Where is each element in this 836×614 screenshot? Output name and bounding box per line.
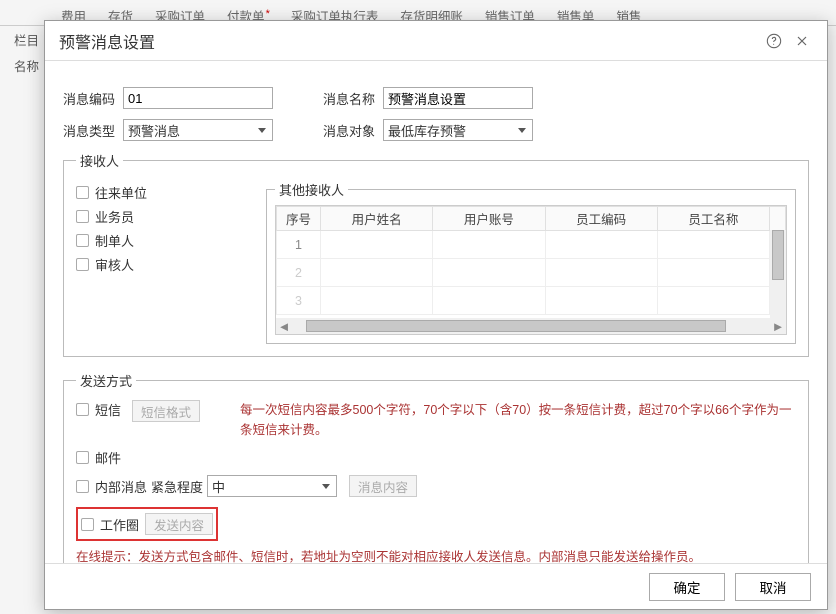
checkbox-label: 邮件 (95, 448, 121, 467)
online-tip-line1: 在线提示：发送方式包含邮件、短信时，若地址为空则不能对相应接收人发送信息。内部消… (76, 547, 796, 563)
th-empname: 员工名称 (657, 207, 769, 231)
th-empcode: 员工编码 (545, 207, 657, 231)
checkbox-maker[interactable]: 制单人 (76, 228, 266, 252)
th-username: 用户姓名 (321, 207, 433, 231)
checkbox-email[interactable]: 邮件 (76, 448, 121, 467)
cell-seq: 1 (277, 231, 321, 259)
select-urgency[interactable]: 中 (207, 475, 337, 497)
label-msg-name: 消息名称 (323, 89, 383, 108)
info-row-1: 消息编码 消息名称 (63, 87, 809, 109)
sms-format-button[interactable]: 短信格式 (132, 400, 200, 422)
checkbox-internal-msg[interactable]: 内部消息 (76, 477, 147, 496)
checkbox-sms[interactable]: 短信 (76, 400, 126, 419)
label-msg-target: 消息对象 (323, 121, 383, 140)
select-msg-target[interactable]: 最低库存预警 (383, 119, 533, 141)
fieldset-recipients: 接收人 往来单位 业务员 制单人 审核人 其他接收人 (63, 151, 809, 357)
checkbox-label: 内部消息 (95, 477, 147, 496)
info-row-2: 消息类型 预警消息 消息对象 最低库存预警 (63, 119, 809, 141)
scroll-thumb[interactable] (306, 320, 726, 332)
checkbox-label: 制单人 (95, 231, 134, 250)
bg-label-name: 名称 (0, 56, 45, 75)
ok-button[interactable]: 确定 (649, 573, 725, 601)
help-icon[interactable] (763, 30, 785, 52)
scroll-track[interactable] (292, 318, 770, 334)
label-msg-code: 消息编码 (63, 89, 123, 108)
input-msg-name[interactable] (383, 87, 533, 109)
checkbox-label: 短信 (95, 400, 121, 419)
checkbox-icon (76, 451, 89, 464)
label-msg-type: 消息类型 (63, 121, 123, 140)
table-row[interactable]: 3 (277, 287, 786, 315)
horizontal-scrollbar[interactable]: ◄ ► (276, 318, 786, 334)
cell-seq: 3 (277, 287, 321, 315)
recipient-table: 序号 用户姓名 用户账号 员工编码 员工名称 1 2 (276, 206, 786, 315)
input-msg-code[interactable] (123, 87, 273, 109)
legend-other-recipients: 其他接收人 (275, 180, 348, 199)
checkbox-icon (76, 210, 89, 223)
dialog-footer: 确定 取消 (45, 563, 827, 609)
fieldset-other-recipients: 其他接收人 序号 用户姓名 用户账号 员工编码 员工名称 (266, 180, 796, 344)
recipient-table-wrap: 序号 用户姓名 用户账号 员工编码 员工名称 1 2 (275, 205, 787, 335)
checkbox-label: 业务员 (95, 207, 134, 226)
th-seq: 序号 (277, 207, 321, 231)
scroll-thumb[interactable] (772, 230, 784, 280)
workring-send-content-button[interactable]: 发送内容 (145, 513, 213, 535)
checkbox-icon (76, 234, 89, 247)
recipient-checks: 往来单位 业务员 制单人 审核人 (76, 180, 266, 344)
online-tip: 在线提示：发送方式包含邮件、短信时，若地址为空则不能对相应接收人发送信息。内部消… (76, 547, 796, 563)
checkbox-icon (76, 403, 89, 416)
select-msg-target-value: 最低库存预警 (388, 121, 466, 140)
dialog-titlebar: 预警消息设置 (45, 21, 827, 61)
row-internal: 内部消息 紧急程度 中 消息内容 (76, 475, 796, 497)
checkbox-icon (76, 186, 89, 199)
select-msg-type-value: 预警消息 (128, 121, 180, 140)
legend-send-method: 发送方式 (76, 371, 136, 390)
checkbox-icon (76, 480, 89, 493)
checkbox-icon (81, 518, 94, 531)
scroll-right-icon[interactable]: ► (770, 318, 786, 334)
checkbox-salesperson[interactable]: 业务员 (76, 204, 266, 228)
cell-seq: 2 (277, 259, 321, 287)
sms-billing-note: 每一次短信内容最多500个字符，70个字以下（含70）按一条短信计费，超过70个… (240, 400, 796, 440)
checkbox-label: 工作圈 (100, 515, 139, 534)
th-account: 用户账号 (433, 207, 545, 231)
close-icon[interactable] (791, 30, 813, 52)
select-urgency-value: 中 (212, 477, 225, 496)
fieldset-send-method: 发送方式 短信 短信格式 每一次短信内容最多500个字符，70个字以下（含70）… (63, 371, 809, 563)
table-row[interactable]: 2 (277, 259, 786, 287)
row-email: 邮件 (76, 448, 796, 467)
legend-recipients: 接收人 (76, 151, 123, 170)
vertical-scrollbar[interactable] (770, 230, 786, 318)
alert-message-settings-dialog: 预警消息设置 消息编码 消息名称 消息类型 预警消息 (44, 20, 828, 610)
label-urgency: 紧急程度 (151, 477, 203, 496)
row-sms: 短信 短信格式 每一次短信内容最多500个字符，70个字以下（含70）按一条短信… (76, 400, 796, 440)
scroll-left-icon[interactable]: ◄ (276, 318, 292, 334)
dialog-title: 预警消息设置 (59, 29, 757, 53)
checkbox-auditor[interactable]: 审核人 (76, 252, 266, 276)
checkbox-icon (76, 258, 89, 271)
workring-highlight-box: 工作圈 发送内容 (76, 507, 218, 541)
cancel-button[interactable]: 取消 (735, 573, 811, 601)
table-row[interactable]: 1 (277, 231, 786, 259)
checkbox-label: 审核人 (95, 255, 134, 274)
select-msg-type[interactable]: 预警消息 (123, 119, 273, 141)
checkbox-label: 往来单位 (95, 183, 147, 202)
checkbox-contact-unit[interactable]: 往来单位 (76, 180, 266, 204)
bg-label-column: 栏目 (0, 30, 45, 49)
dialog-body: 消息编码 消息名称 消息类型 预警消息 消息对象 最低库存预警 接收人 (45, 61, 827, 563)
th-extra (770, 207, 786, 231)
checkbox-workring[interactable]: 工作圈 (81, 512, 139, 536)
msg-content-button[interactable]: 消息内容 (349, 475, 417, 497)
